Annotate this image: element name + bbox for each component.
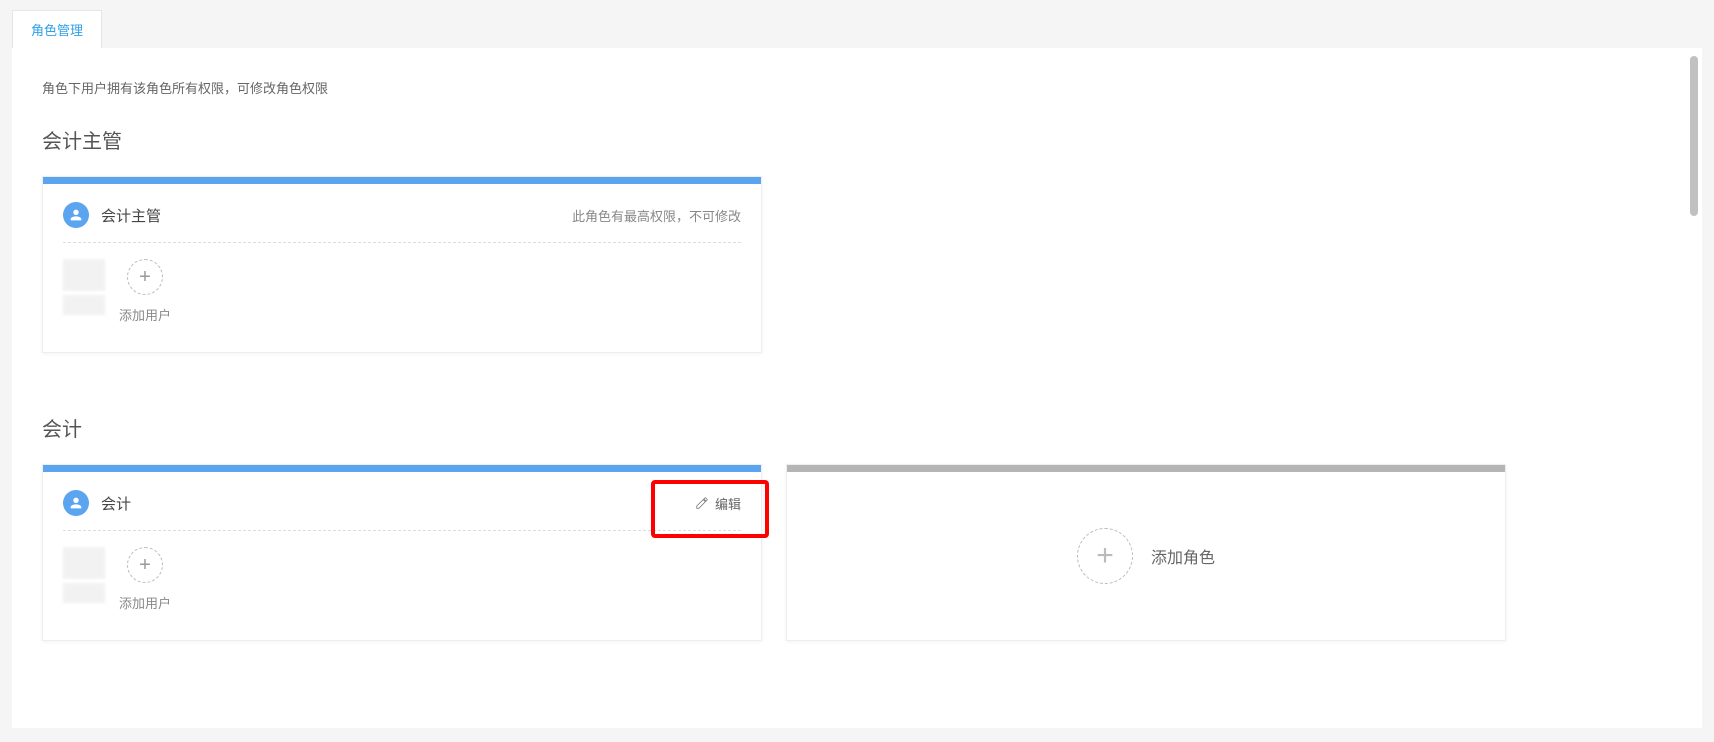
edit-icon <box>695 496 709 510</box>
add-user-label: 添加用户 <box>119 593 171 612</box>
plus-icon: + <box>127 547 163 583</box>
user-avatar[interactable] <box>63 295 105 315</box>
tab-role-management[interactable]: 角色管理 <box>12 10 102 48</box>
add-role-card: + 添加角色 <box>786 464 1506 641</box>
add-user-button[interactable]: + 添加用户 <box>119 547 171 612</box>
edit-button[interactable]: 编辑 <box>695 494 741 513</box>
user-avatar-stack <box>63 259 105 315</box>
tab-bar: 角色管理 <box>0 0 1714 48</box>
add-user-label: 添加用户 <box>119 305 171 324</box>
section-title: 会计 <box>42 413 1672 442</box>
cards-row: 会计 编辑 + <box>42 464 1672 641</box>
scrollbar-thumb[interactable] <box>1690 56 1698 216</box>
card-header: 会计 编辑 <box>43 472 761 530</box>
section-title: 会计主管 <box>42 125 1672 154</box>
user-avatar-stack <box>63 547 105 603</box>
role-name: 会计主管 <box>101 205 572 226</box>
plus-icon: + <box>127 259 163 295</box>
page-wrapper: 角色下用户拥有该角色所有权限，可修改角色权限 会计主管 会计主管 此角色有最高权… <box>0 48 1714 740</box>
add-user-button[interactable]: + 添加用户 <box>119 259 171 324</box>
card-accent-bar <box>43 465 761 472</box>
user-avatar[interactable] <box>63 547 105 579</box>
person-icon <box>63 202 89 228</box>
card-accent-bar <box>787 465 1505 472</box>
role-name: 会计 <box>101 493 695 514</box>
card-body: + 添加用户 <box>43 531 761 640</box>
card-body: + 添加用户 <box>43 243 761 352</box>
add-role-button[interactable]: + 添加角色 <box>787 472 1505 640</box>
content-area: 角色下用户拥有该角色所有权限，可修改角色权限 会计主管 会计主管 此角色有最高权… <box>12 48 1702 728</box>
role-card-supervisor: 会计主管 此角色有最高权限，不可修改 + 添加用户 <box>42 176 762 353</box>
page-description: 角色下用户拥有该角色所有权限，可修改角色权限 <box>42 78 1672 97</box>
role-note: 此角色有最高权限，不可修改 <box>572 206 741 225</box>
card-header: 会计主管 此角色有最高权限，不可修改 <box>43 184 761 242</box>
user-avatar[interactable] <box>63 259 105 291</box>
plus-icon: + <box>1077 528 1133 584</box>
add-role-label: 添加角色 <box>1151 544 1215 568</box>
section-accounting-supervisor: 会计主管 会计主管 此角色有最高权限，不可修改 <box>42 125 1672 353</box>
cards-row: 会计主管 此角色有最高权限，不可修改 + 添加用户 <box>42 176 1672 353</box>
edit-label: 编辑 <box>715 494 741 513</box>
card-accent-bar <box>43 177 761 184</box>
role-card-accountant: 会计 编辑 + <box>42 464 762 641</box>
section-accounting: 会计 会计 编辑 <box>42 413 1672 641</box>
person-icon <box>63 490 89 516</box>
user-avatar[interactable] <box>63 583 105 603</box>
